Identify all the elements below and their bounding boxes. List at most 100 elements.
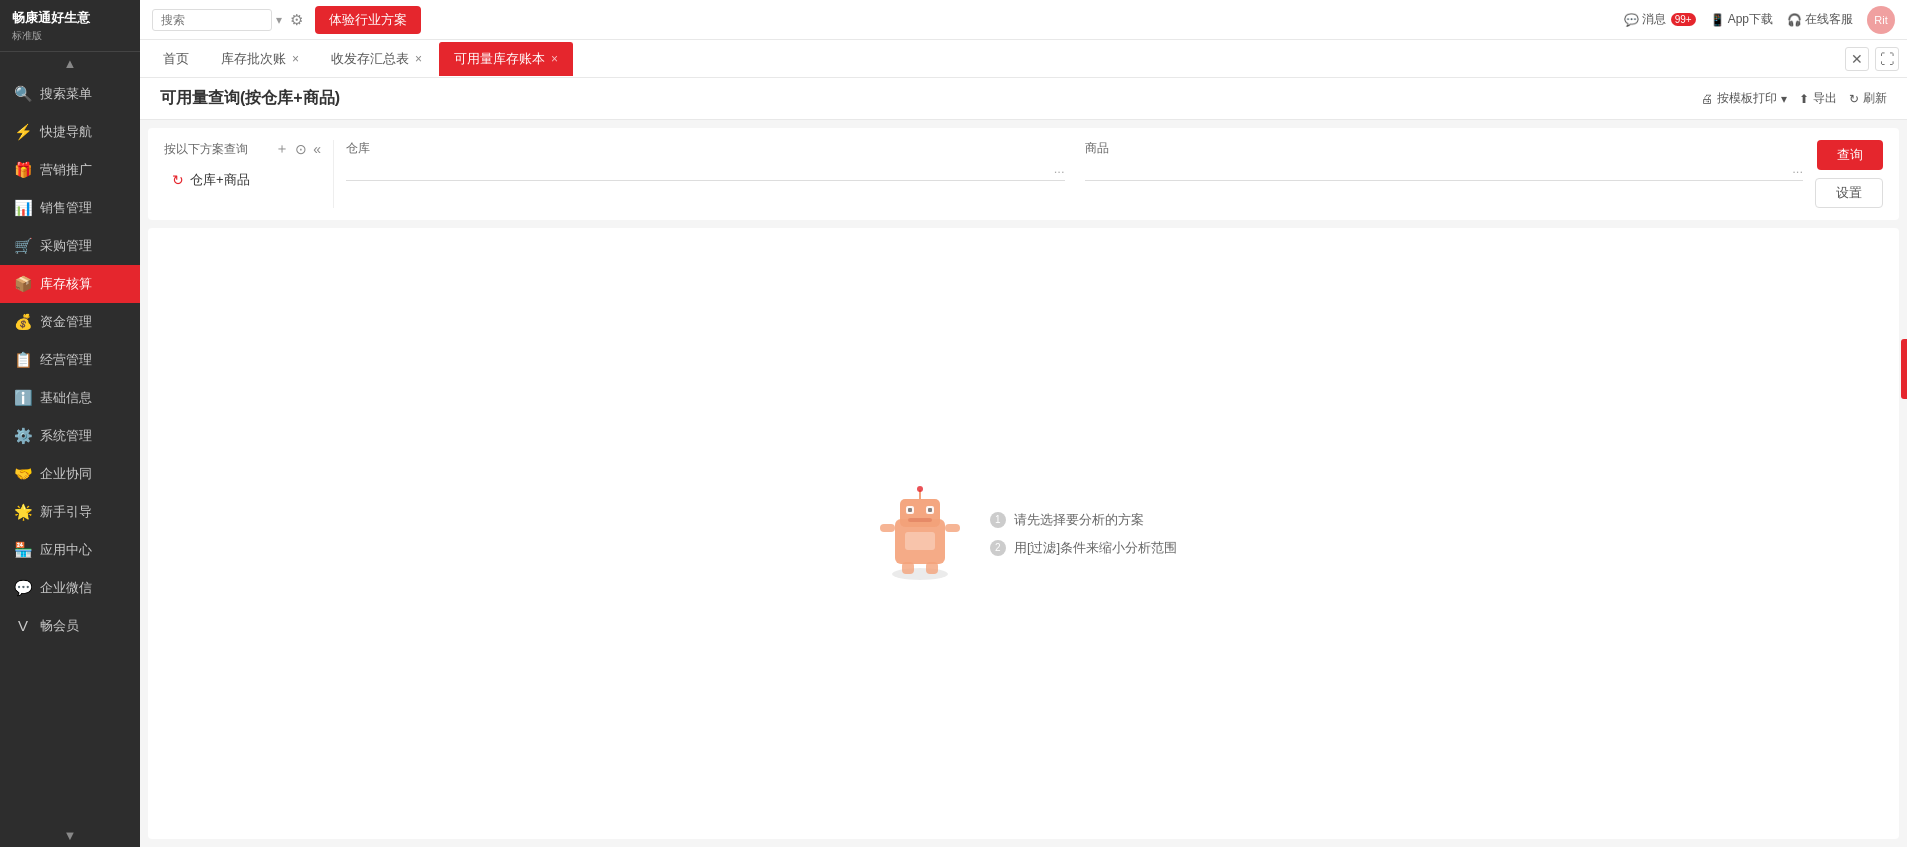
- sidebar-item-quick-nav[interactable]: ⚡快捷导航: [0, 113, 140, 151]
- tab-home[interactable]: 首页: [148, 42, 204, 76]
- settings-btn[interactable]: 设置: [1815, 178, 1883, 208]
- headset-icon: 🎧: [1787, 13, 1802, 27]
- filter-fields: 仓库 ... 商品 ...: [346, 140, 1803, 208]
- sidebar-item-search[interactable]: 🔍搜索菜单: [0, 75, 140, 113]
- sidebar-label-basic: 基础信息: [40, 389, 126, 407]
- print-label: 按模板打印: [1717, 90, 1777, 107]
- empty-robot-illustration: [870, 484, 970, 584]
- refresh-label: 刷新: [1863, 90, 1887, 107]
- scheme-item-label: 仓库+商品: [190, 171, 250, 189]
- sidebar-item-corp[interactable]: 🤝企业协同: [0, 455, 140, 493]
- svg-rect-13: [926, 562, 938, 574]
- message-label: 消息: [1642, 11, 1666, 28]
- sidebar-icon-sales: 📊: [14, 199, 32, 217]
- topbar-search: ▾: [152, 9, 282, 31]
- warehouse-more-btn[interactable]: ...: [1054, 161, 1065, 176]
- print-btn[interactable]: 🖨 按模板打印 ▾: [1701, 90, 1787, 107]
- print-icon: 🖨: [1701, 92, 1713, 106]
- sidebar-label-sales: 销售管理: [40, 199, 126, 217]
- refresh-icon: ↻: [1849, 92, 1859, 106]
- scheme-item-warehouse-product[interactable]: ↻ 仓库+商品: [164, 166, 321, 194]
- sidebar-icon-member: V: [14, 617, 32, 634]
- sidebar-item-system[interactable]: ⚙️系统管理: [0, 417, 140, 455]
- warehouse-input[interactable]: [346, 161, 1048, 176]
- sidebar-label-wechat: 企业微信: [40, 579, 126, 597]
- filter-row: 仓库 ... 商品 ...: [346, 140, 1803, 181]
- scheme-panel: 按以下方案查询 ＋ ⊙ « ↻ 仓库+商品: [164, 140, 334, 208]
- avatar[interactable]: Rit: [1867, 6, 1895, 34]
- empty-tips: 1 请先选择要分析的方案 2 用[过滤]条件来缩小分析范围: [990, 511, 1177, 557]
- sidebar-item-newbie[interactable]: 🌟 新手引导: [0, 493, 140, 531]
- warehouse-label: 仓库: [346, 140, 1065, 157]
- tab-receive-summary[interactable]: 收发存汇总表×: [316, 42, 437, 76]
- collapse-scheme-btn[interactable]: «: [313, 141, 321, 157]
- sidebar-item-basic[interactable]: ℹ️ 基础信息: [0, 379, 140, 417]
- sidebar-item-marketing[interactable]: 🎁 营销推广: [0, 151, 140, 189]
- tab-close-batch-ledger[interactable]: ×: [292, 52, 299, 66]
- sidebar-item-member[interactable]: V畅会员: [0, 607, 140, 645]
- main-area: ▾ ⚙ 体验行业方案 💬 消息 99+ 📱 App下载 🎧 在线客服 Rit: [140, 0, 1907, 847]
- tab-close-available-stock[interactable]: ×: [551, 52, 558, 66]
- svg-point-9: [917, 486, 923, 492]
- product-field: 商品 ...: [1085, 140, 1804, 181]
- sidebar-label-newbie: 新手引导: [40, 503, 126, 521]
- page-content: 可用量查询(按仓库+商品) 🖨 按模板打印 ▾ ⬆ 导出 ↻ 刷新: [140, 78, 1907, 847]
- avatar-text: Rit: [1874, 14, 1887, 26]
- sidebar-label-purchase: 采购管理: [40, 237, 126, 255]
- page-header-actions: 🖨 按模板打印 ▾ ⬆ 导出 ↻ 刷新: [1701, 90, 1887, 107]
- tab-batch-ledger[interactable]: 库存批次账 ×: [206, 42, 314, 76]
- sidebar-icon-basic: ℹ️: [14, 389, 32, 407]
- tip-text-1: 请先选择要分析的方案: [1014, 511, 1144, 529]
- manage-scheme-btn[interactable]: ⊙: [295, 141, 307, 157]
- tip-num-2: 2: [990, 540, 1006, 556]
- sidebar-label-marketing: 营销推广: [40, 161, 126, 179]
- query-btn[interactable]: 查询: [1817, 140, 1883, 170]
- search-input[interactable]: [152, 9, 272, 31]
- trial-btn[interactable]: 体验行业方案: [315, 6, 421, 34]
- sidebar-icon-newbie: 🌟: [14, 503, 32, 521]
- scroll-down-btn[interactable]: ▼: [0, 824, 140, 847]
- sidebar-item-operation[interactable]: 📋经营管理: [0, 341, 140, 379]
- sidebar-item-purchase[interactable]: 🛒采购管理: [0, 227, 140, 265]
- sidebar-icon-finance: 💰: [14, 313, 32, 331]
- customer-service-btn[interactable]: 🎧 在线客服: [1787, 11, 1853, 28]
- tab-label-batch-ledger: 库存批次账: [221, 50, 286, 68]
- close-tab-btn[interactable]: ✕: [1845, 47, 1869, 71]
- add-scheme-btn[interactable]: ＋: [275, 140, 289, 158]
- sidebar-icon-marketing: 🎁: [14, 161, 32, 179]
- tab-label-available-stock: 可用量库存账本: [454, 50, 545, 68]
- message-btn[interactable]: 💬 消息 99+: [1624, 11, 1696, 28]
- sidebar-label-system: 系统管理: [40, 427, 126, 445]
- app-download-btn[interactable]: 📱 App下载: [1710, 11, 1773, 28]
- page-header: 可用量查询(按仓库+商品) 🖨 按模板打印 ▾ ⬆ 导出 ↻ 刷新: [140, 78, 1907, 120]
- sidebar-item-wechat[interactable]: 💬企业微信: [0, 569, 140, 607]
- sidebar: 畅康通好生意 标准版 ▲ 🔍搜索菜单⚡快捷导航 🎁 营销推广 📊 销售管理 🛒采购管理📦库…: [0, 0, 140, 847]
- sidebar-item-appstore[interactable]: 🏪应用中心: [0, 531, 140, 569]
- tab-available-stock[interactable]: 可用量库存账本 ×: [439, 42, 573, 76]
- sidebar-label-inventory: 库存核算: [40, 275, 126, 293]
- svg-rect-10: [880, 524, 895, 532]
- export-btn[interactable]: ⬆ 导出: [1799, 90, 1837, 107]
- scheme-refresh-icon: ↻: [172, 172, 184, 188]
- gear-icon[interactable]: ⚙: [290, 11, 303, 29]
- product-input[interactable]: [1085, 161, 1787, 176]
- scroll-up-btn[interactable]: ▲: [0, 52, 140, 75]
- tip-num-1: 1: [990, 512, 1006, 528]
- warehouse-field: 仓库 ...: [346, 140, 1065, 181]
- print-dropdown-icon[interactable]: ▾: [1781, 92, 1787, 106]
- phone-icon: 📱: [1710, 13, 1725, 27]
- empty-tip-2: 2 用[过滤]条件来缩小分析范围: [990, 539, 1177, 557]
- empty-state: 1 请先选择要分析的方案 2 用[过滤]条件来缩小分析范围: [148, 228, 1899, 839]
- empty-inner: 1 请先选择要分析的方案 2 用[过滤]条件来缩小分析范围: [870, 484, 1177, 584]
- message-badge: 99+: [1671, 13, 1696, 26]
- sidebar-item-inventory[interactable]: 📦库存核算: [0, 265, 140, 303]
- product-more-btn[interactable]: ...: [1792, 161, 1803, 176]
- sidebar-item-finance[interactable]: 💰资金管理: [0, 303, 140, 341]
- tab-close-receive-summary[interactable]: ×: [415, 52, 422, 66]
- sidebar-item-sales[interactable]: 📊 销售管理: [0, 189, 140, 227]
- filter-area: 按以下方案查询 ＋ ⊙ « ↻ 仓库+商品 仓库 ..: [148, 128, 1899, 220]
- search-dropdown-icon[interactable]: ▾: [276, 13, 282, 27]
- sidebar-header: 畅康通好生意 标准版: [0, 0, 140, 52]
- refresh-btn[interactable]: ↻ 刷新: [1849, 90, 1887, 107]
- maximize-tab-btn[interactable]: ⛶: [1875, 47, 1899, 71]
